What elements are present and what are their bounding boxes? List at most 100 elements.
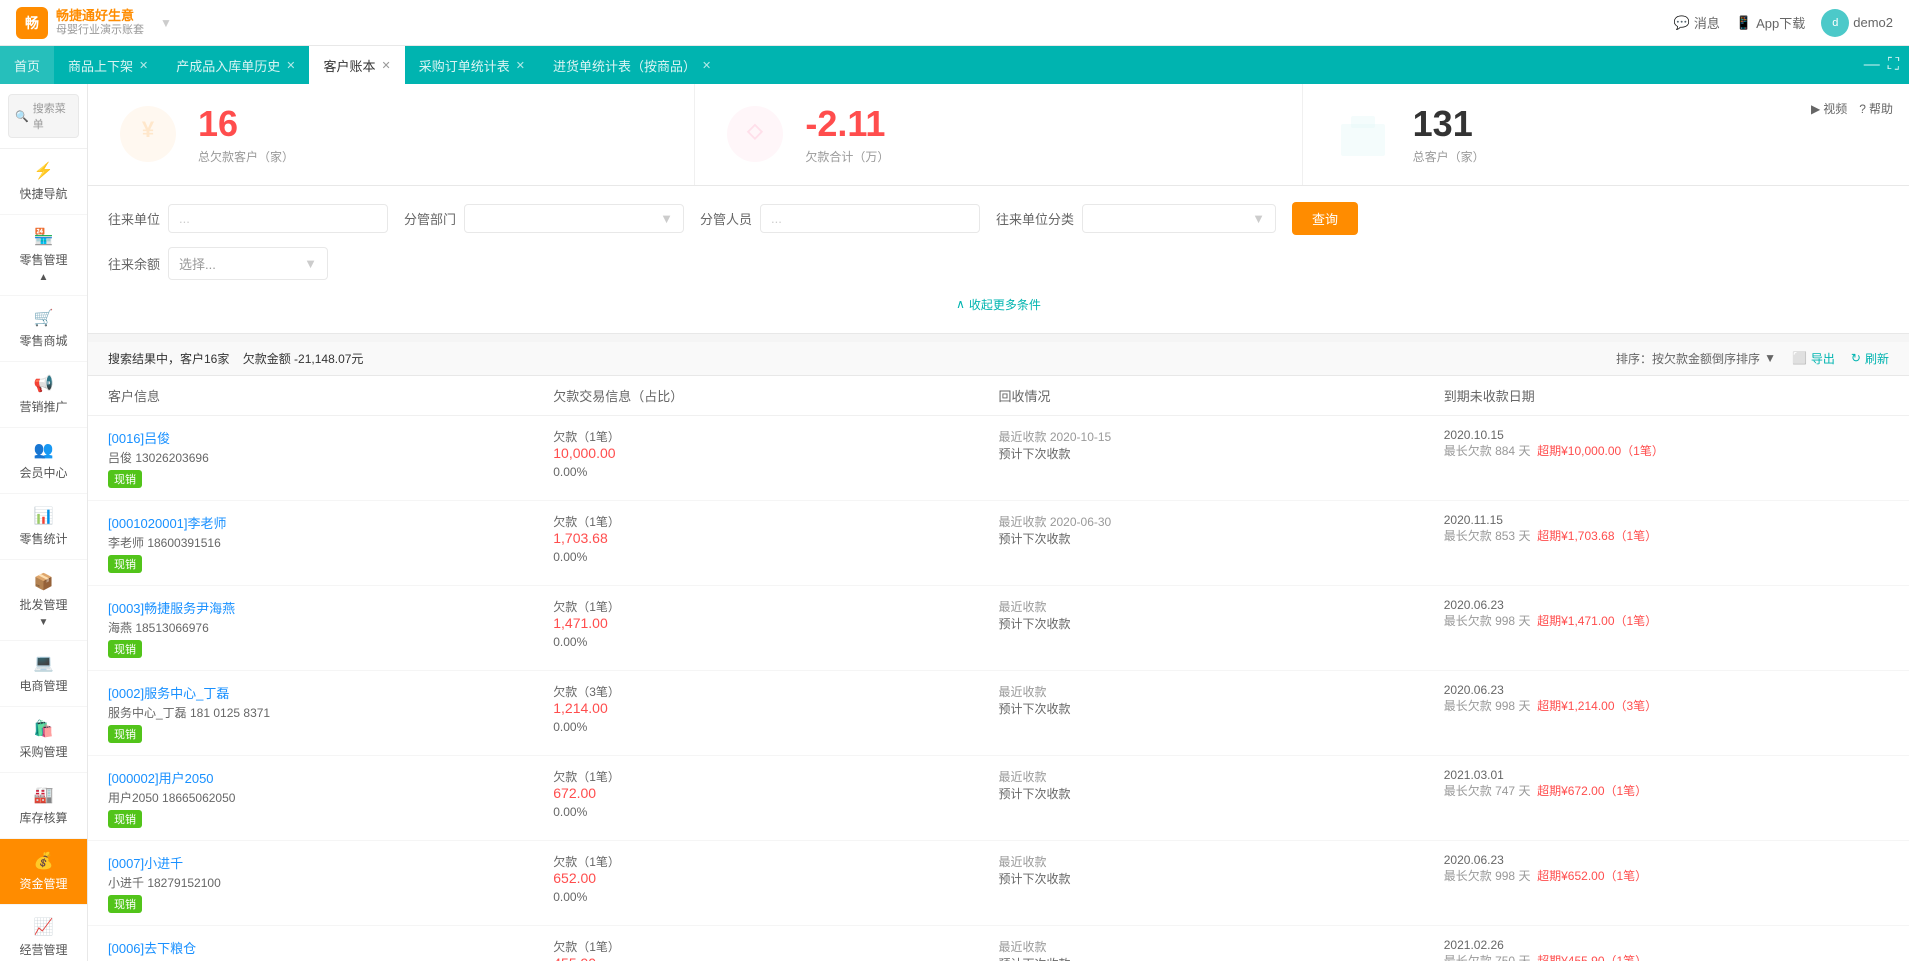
- app-download-btn[interactable]: 📱 App下载: [1736, 13, 1805, 32]
- sidebar-item-retail-mgmt[interactable]: 🏪 零售管理 ▲: [0, 215, 87, 296]
- overdue-link-4[interactable]: 超期¥672.00（1笔）: [1537, 784, 1647, 798]
- nav-minimize-btn[interactable]: —: [1864, 56, 1880, 74]
- filter-department: 分管部门 ▼: [404, 204, 684, 233]
- filter-department-label: 分管部门: [404, 209, 456, 228]
- tab-products-close[interactable]: ✕: [139, 59, 148, 72]
- customer-cell-4: [000002]用户2050 用户2050 18665062050 现销: [108, 768, 553, 828]
- stat-icon-debt: ◇: [725, 104, 785, 164]
- tab-products[interactable]: 商品上下架 ✕: [54, 46, 162, 84]
- filter-collapse-btn[interactable]: ∧ 收起更多条件: [108, 292, 1889, 317]
- overdue-days-2: 最长欠款 998 天 超期¥1,471.00（1笔）: [1444, 612, 1889, 629]
- debt-amount-3[interactable]: 1,214.00: [553, 700, 998, 716]
- customer-tag-2: 现销: [108, 640, 142, 658]
- overdue-link-0[interactable]: 超期¥10,000.00（1笔）: [1537, 444, 1664, 458]
- overdue-link-3[interactable]: 超期¥1,214.00（3笔）: [1537, 699, 1657, 713]
- table-row: [0002]服务中心_丁磊 服务中心_丁磊 181 0125 8371 现销 欠…: [88, 671, 1909, 756]
- debt-count-6: 欠款（1笔）: [553, 938, 998, 955]
- member-icon: 👥: [34, 440, 54, 460]
- message-btn[interactable]: 💬 消息: [1674, 13, 1720, 32]
- collection-cell-5: 最近收款 预计下次收款: [999, 853, 1444, 887]
- top-bar: 畅 畅捷通好生意 母婴行业演示账套 ▼ 💬 消息 📱 App下载 d demo2: [0, 0, 1909, 46]
- sidebar-item-finance[interactable]: 💰 资金管理: [0, 839, 87, 905]
- customer-phone-4: 用户2050 18665062050: [108, 789, 553, 806]
- customer-name-3[interactable]: [0002]服务中心_丁磊: [108, 683, 553, 702]
- stat-icon-total: [1333, 104, 1393, 164]
- tab-purchase-order-label: 采购订单统计表: [419, 56, 510, 75]
- overdue-link-2[interactable]: 超期¥1,471.00（1笔）: [1537, 614, 1657, 628]
- due-date-5: 2020.06.23: [1444, 853, 1889, 867]
- tab-purchase-order-close[interactable]: ✕: [516, 59, 525, 72]
- table-row: [000002]用户2050 用户2050 18665062050 现销 欠款（…: [88, 756, 1909, 841]
- main-content: ¥ 16 总欠款客户（家） ◇ -2.11 欠款合计（: [88, 84, 1909, 961]
- filter-unit-category-input[interactable]: ▼: [1082, 204, 1276, 233]
- customer-name-2[interactable]: [0003]畅捷服务尹海燕: [108, 598, 553, 617]
- debt-cell-1: 欠款（1笔） 1,703.68 0.00%: [553, 513, 998, 564]
- filter-department-input[interactable]: ▼: [464, 204, 684, 233]
- export-btn[interactable]: ⬜ 导出: [1792, 350, 1835, 367]
- debt-amount-5[interactable]: 652.00: [553, 870, 998, 886]
- sort-select[interactable]: 排序：按欠款金额倒序排序 ▼: [1616, 350, 1776, 367]
- tab-production-close[interactable]: ✕: [286, 59, 295, 72]
- customer-name-0[interactable]: [0016]吕俊: [108, 428, 553, 447]
- table-header: 客户信息 欠款交易信息（占比） 回收情况 到期未收款日期: [88, 376, 1909, 416]
- sidebar-item-operations[interactable]: 📈 经营管理: [0, 905, 87, 961]
- debt-amount-4[interactable]: 672.00: [553, 785, 998, 801]
- tab-purchase-order[interactable]: 采购订单统计表 ✕: [405, 46, 539, 84]
- customer-cell-2: [0003]畅捷服务尹海燕 海燕 18513066976 现销: [108, 598, 553, 658]
- customer-cell-6: [0006]去下粮仓 陈小甫 现销: [108, 938, 553, 961]
- debt-amount-6[interactable]: 455.90: [553, 955, 998, 961]
- filter-manager-input[interactable]: ...: [760, 204, 980, 233]
- sidebar-item-ecommerce[interactable]: 💻 电商管理: [0, 641, 87, 707]
- overdue-link-6[interactable]: 超期¥455.90（1笔）: [1537, 954, 1647, 961]
- inventory-icon: 🏭: [34, 785, 54, 805]
- customer-name-4[interactable]: [000002]用户2050: [108, 768, 553, 787]
- customer-tag-0: 现销: [108, 470, 142, 488]
- sidebar-item-quick-nav[interactable]: ⚡ 快捷导航: [0, 149, 87, 215]
- sidebar-search-btn[interactable]: 🔍 搜索菜单: [8, 94, 79, 138]
- due-cell-4: 2021.03.01 最长欠款 747 天 超期¥672.00（1笔）: [1444, 768, 1889, 799]
- sidebar-item-wholesale-mgmt[interactable]: 📦 批发管理 ▼: [0, 560, 87, 641]
- customer-phone-1: 李老师 18600391516: [108, 534, 553, 551]
- sidebar-item-member[interactable]: 👥 会员中心: [0, 428, 87, 494]
- debt-amount-2[interactable]: 1,471.00: [553, 615, 998, 631]
- debt-cell-2: 欠款（1笔） 1,471.00 0.00%: [553, 598, 998, 649]
- filter-source-unit-input[interactable]: ...: [168, 204, 388, 233]
- customer-name-1[interactable]: [0001020001]李老师: [108, 513, 553, 532]
- customer-tag-4: 现销: [108, 810, 142, 828]
- tab-inventory-report[interactable]: 进货单统计表（按商品） ✕: [539, 46, 725, 84]
- nav-tabs: 首页 商品上下架 ✕ 产成品入库单历史 ✕ 客户账本 ✕ 采购订单统计表 ✕ 进…: [0, 46, 1909, 84]
- logo-icon: 畅: [16, 7, 48, 39]
- tab-customer-account[interactable]: 客户账本 ✕: [309, 46, 404, 84]
- customer-name-5[interactable]: [0007]小进千: [108, 853, 553, 872]
- sidebar-item-marketing[interactable]: 📢 营销推广: [0, 362, 87, 428]
- debt-cell-0: 欠款（1笔） 10,000.00 0.00%: [553, 428, 998, 479]
- sidebar-item-retail-shop[interactable]: 🛒 零售商城: [0, 296, 87, 362]
- help-btn[interactable]: ? 帮助: [1859, 100, 1893, 117]
- video-btn[interactable]: ▶ 视频: [1811, 100, 1847, 117]
- customer-name-6[interactable]: [0006]去下粮仓: [108, 938, 553, 957]
- filter-balance-input[interactable]: 选择... ▼: [168, 247, 328, 280]
- nav-maximize-btn[interactable]: ⛶: [1888, 56, 1899, 74]
- debt-amount-1[interactable]: 1,703.68: [553, 530, 998, 546]
- retail-shop-icon: 🛒: [34, 308, 54, 328]
- table-container: 客户信息 欠款交易信息（占比） 回收情况 到期未收款日期 [0016]吕俊 吕俊…: [88, 376, 1909, 961]
- debt-amount-0[interactable]: 10,000.00: [553, 445, 998, 461]
- tab-production[interactable]: 产成品入库单历史 ✕: [162, 46, 309, 84]
- sidebar-item-inventory[interactable]: 🏭 库存核算: [0, 773, 87, 839]
- wholesale-icon: 📦: [34, 572, 54, 592]
- tab-inventory-report-close[interactable]: ✕: [702, 59, 711, 72]
- search-button[interactable]: 查询: [1292, 202, 1358, 235]
- tab-home[interactable]: 首页: [0, 46, 54, 84]
- tab-customer-account-close[interactable]: ✕: [382, 59, 391, 72]
- refresh-btn[interactable]: ↻ 刷新: [1851, 350, 1889, 367]
- user-avatar-btn[interactable]: d demo2: [1821, 9, 1893, 37]
- export-icon: ⬜: [1792, 351, 1807, 365]
- overdue-link-1[interactable]: 超期¥1,703.68（1笔）: [1537, 529, 1657, 543]
- customer-phone-0: 吕俊 13026203696: [108, 449, 553, 466]
- sidebar-item-purchase[interactable]: 🛍️ 采购管理: [0, 707, 87, 773]
- overdue-link-5[interactable]: 超期¥652.00（1笔）: [1537, 869, 1647, 883]
- filter-collapse-label: 收起更多条件: [969, 296, 1041, 313]
- stat-info-total: 131 总客户（家）: [1413, 104, 1485, 165]
- collection-date-1: 最近收款 2020-06-30: [999, 513, 1444, 530]
- sidebar-item-retail-stats[interactable]: 📊 零售统计: [0, 494, 87, 560]
